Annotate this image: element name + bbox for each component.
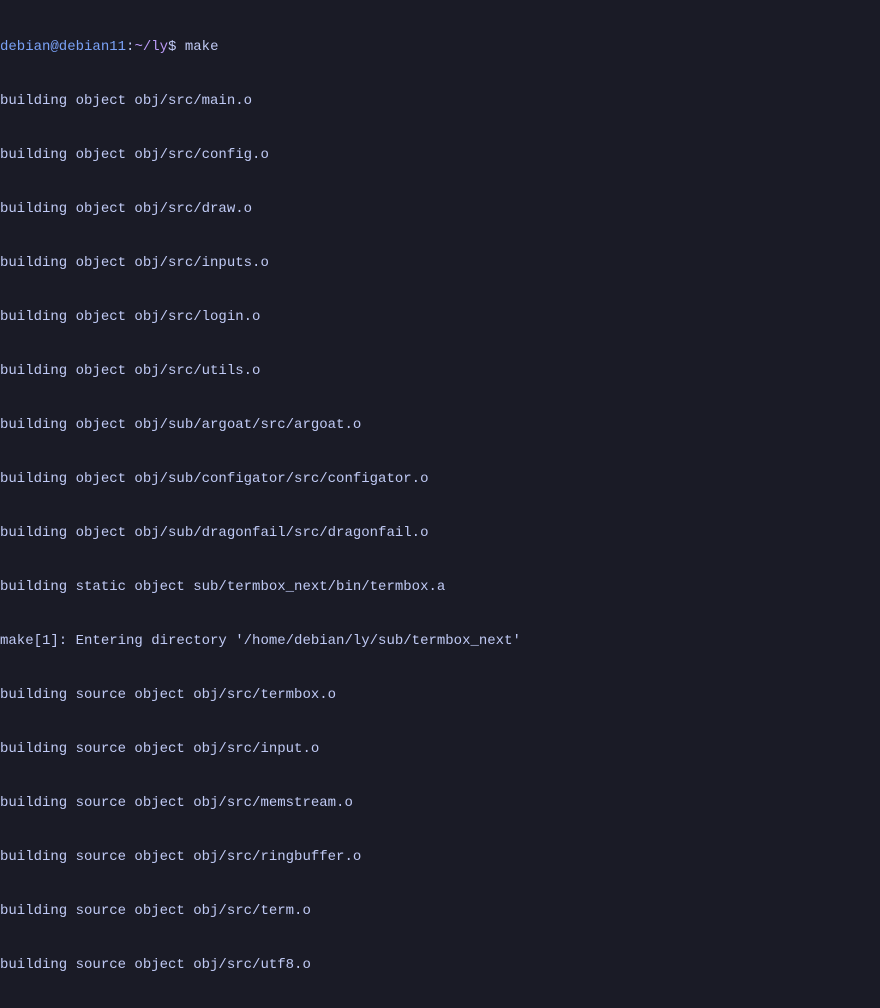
output-line: building source object obj/src/input.o xyxy=(0,740,880,758)
output-line: building object obj/src/draw.o xyxy=(0,200,880,218)
prompt-path: ~/ly xyxy=(134,38,168,56)
output-line: building object obj/sub/argoat/src/argoa… xyxy=(0,416,880,434)
output-line: make[1]: Entering directory '/home/debia… xyxy=(0,632,880,650)
output-line: building object obj/sub/configator/src/c… xyxy=(0,470,880,488)
prompt-colon: : xyxy=(126,38,134,56)
output-line: building object obj/src/login.o xyxy=(0,308,880,326)
prompt-dollar: $ xyxy=(168,38,185,56)
output-line: building source object obj/src/memstream… xyxy=(0,794,880,812)
output-line: building static object sub/termbox_next/… xyxy=(0,578,880,596)
output-line: building source object obj/src/termbox.o xyxy=(0,686,880,704)
prompt-line: debian@debian11:~/ly$ make xyxy=(0,38,880,56)
output-line: building object obj/src/utils.o xyxy=(0,362,880,380)
output-line: building object obj/sub/dragonfail/src/d… xyxy=(0,524,880,542)
output-line: building source object obj/src/utf8.o xyxy=(0,956,880,974)
output-line: building source object obj/src/ringbuffe… xyxy=(0,848,880,866)
command-input: make xyxy=(185,38,219,56)
terminal-window[interactable]: debian@debian11:~/ly$ make building obje… xyxy=(0,2,880,1008)
output-line: building object obj/src/config.o xyxy=(0,146,880,164)
output-line: building source object obj/src/term.o xyxy=(0,902,880,920)
output-line: building object obj/src/main.o xyxy=(0,92,880,110)
prompt-user-host: debian@debian11 xyxy=(0,38,126,56)
output-line: building object obj/src/inputs.o xyxy=(0,254,880,272)
